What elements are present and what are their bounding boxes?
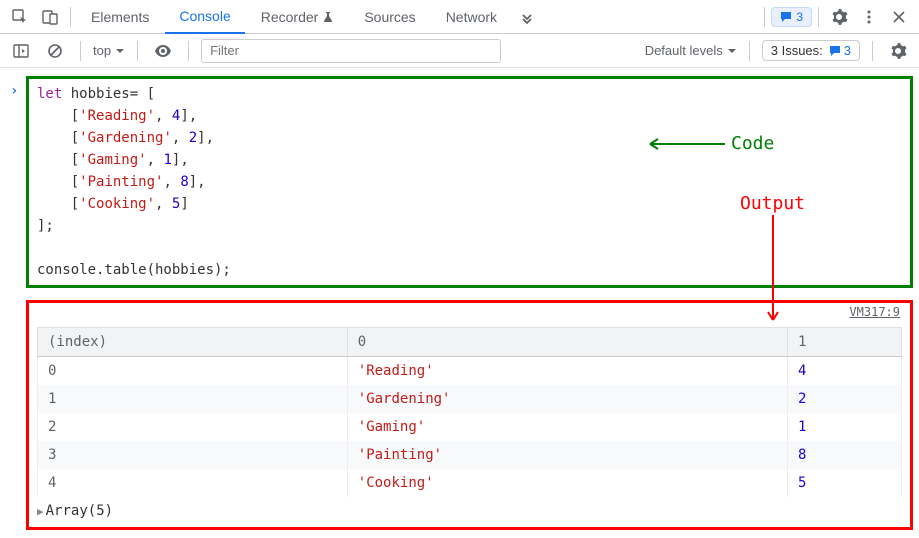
divider	[80, 41, 81, 61]
code-annotation: Code	[645, 133, 774, 155]
message-icon	[829, 45, 841, 57]
console-toolbar: top Default levels 3 Issues: 3	[0, 34, 919, 68]
array-expand[interactable]: ▶ Array(5)	[29, 501, 910, 523]
issues-button[interactable]: 3 Issues: 3	[762, 40, 860, 61]
divider	[818, 7, 819, 27]
tab-sources[interactable]: Sources	[350, 0, 429, 34]
errors-badge[interactable]: 3	[771, 7, 812, 27]
devtools-tab-bar: Elements Console Recorder Sources Networ…	[0, 0, 919, 34]
divider	[749, 41, 750, 61]
table-header-0[interactable]: 0	[347, 328, 787, 357]
context-selector[interactable]: top	[93, 43, 125, 58]
triangle-right-icon: ▶	[37, 505, 44, 518]
close-icon[interactable]	[885, 3, 913, 31]
source-link[interactable]: VM317:9	[849, 305, 900, 319]
table-row: 2'Gaming'1	[38, 413, 902, 441]
levels-label: Default levels	[645, 43, 723, 58]
tab-network[interactable]: Network	[432, 0, 511, 34]
table-header-index[interactable]: (index)	[38, 328, 348, 357]
tab-recorder[interactable]: Recorder	[247, 0, 349, 34]
table-row: 1'Gardening'2	[38, 385, 902, 413]
tab-elements[interactable]: Elements	[77, 0, 163, 34]
filter-input[interactable]	[201, 39, 501, 63]
tab-console[interactable]: Console	[165, 0, 244, 34]
divider	[137, 41, 138, 61]
device-toggle-icon[interactable]	[36, 3, 64, 31]
settings-icon[interactable]	[825, 3, 853, 31]
prompt-caret-icon: ›	[10, 80, 18, 102]
live-expression-icon[interactable]	[150, 38, 176, 64]
context-label: top	[93, 43, 111, 58]
inspect-element-icon[interactable]	[6, 3, 34, 31]
clear-console-icon[interactable]	[42, 38, 68, 64]
table-header-1[interactable]: 1	[788, 328, 902, 357]
errors-count: 3	[796, 10, 803, 24]
table-row: 0'Reading'4	[38, 357, 902, 386]
chevron-down-icon	[727, 46, 737, 56]
table-row: 3'Painting'8	[38, 441, 902, 469]
console-settings-icon[interactable]	[885, 38, 911, 64]
kebab-menu-icon[interactable]	[855, 3, 883, 31]
table-row: 4'Cooking'5	[38, 469, 902, 497]
issues-mini-badge: 3	[829, 43, 851, 58]
console-output: VM317:9 (index) 0 1 0'Reading'4 1'Garden…	[26, 300, 913, 530]
message-icon	[780, 11, 792, 23]
console-table: (index) 0 1 0'Reading'4 1'Gardening'2 2'…	[37, 327, 902, 497]
divider	[872, 41, 873, 61]
more-tabs-icon[interactable]	[513, 3, 541, 31]
array-label: Array(5)	[46, 503, 113, 519]
flask-icon	[322, 11, 334, 23]
issues-label: 3 Issues:	[771, 43, 823, 58]
divider	[188, 41, 189, 61]
chevron-down-icon	[115, 46, 125, 56]
divider	[764, 7, 765, 27]
divider	[70, 7, 71, 27]
console-input-area: › let hobbies= [ ['Reading', 4], ['Garde…	[0, 68, 919, 296]
tab-recorder-label: Recorder	[261, 9, 319, 25]
sidebar-toggle-icon[interactable]	[8, 38, 34, 64]
log-levels-selector[interactable]: Default levels	[645, 43, 737, 58]
